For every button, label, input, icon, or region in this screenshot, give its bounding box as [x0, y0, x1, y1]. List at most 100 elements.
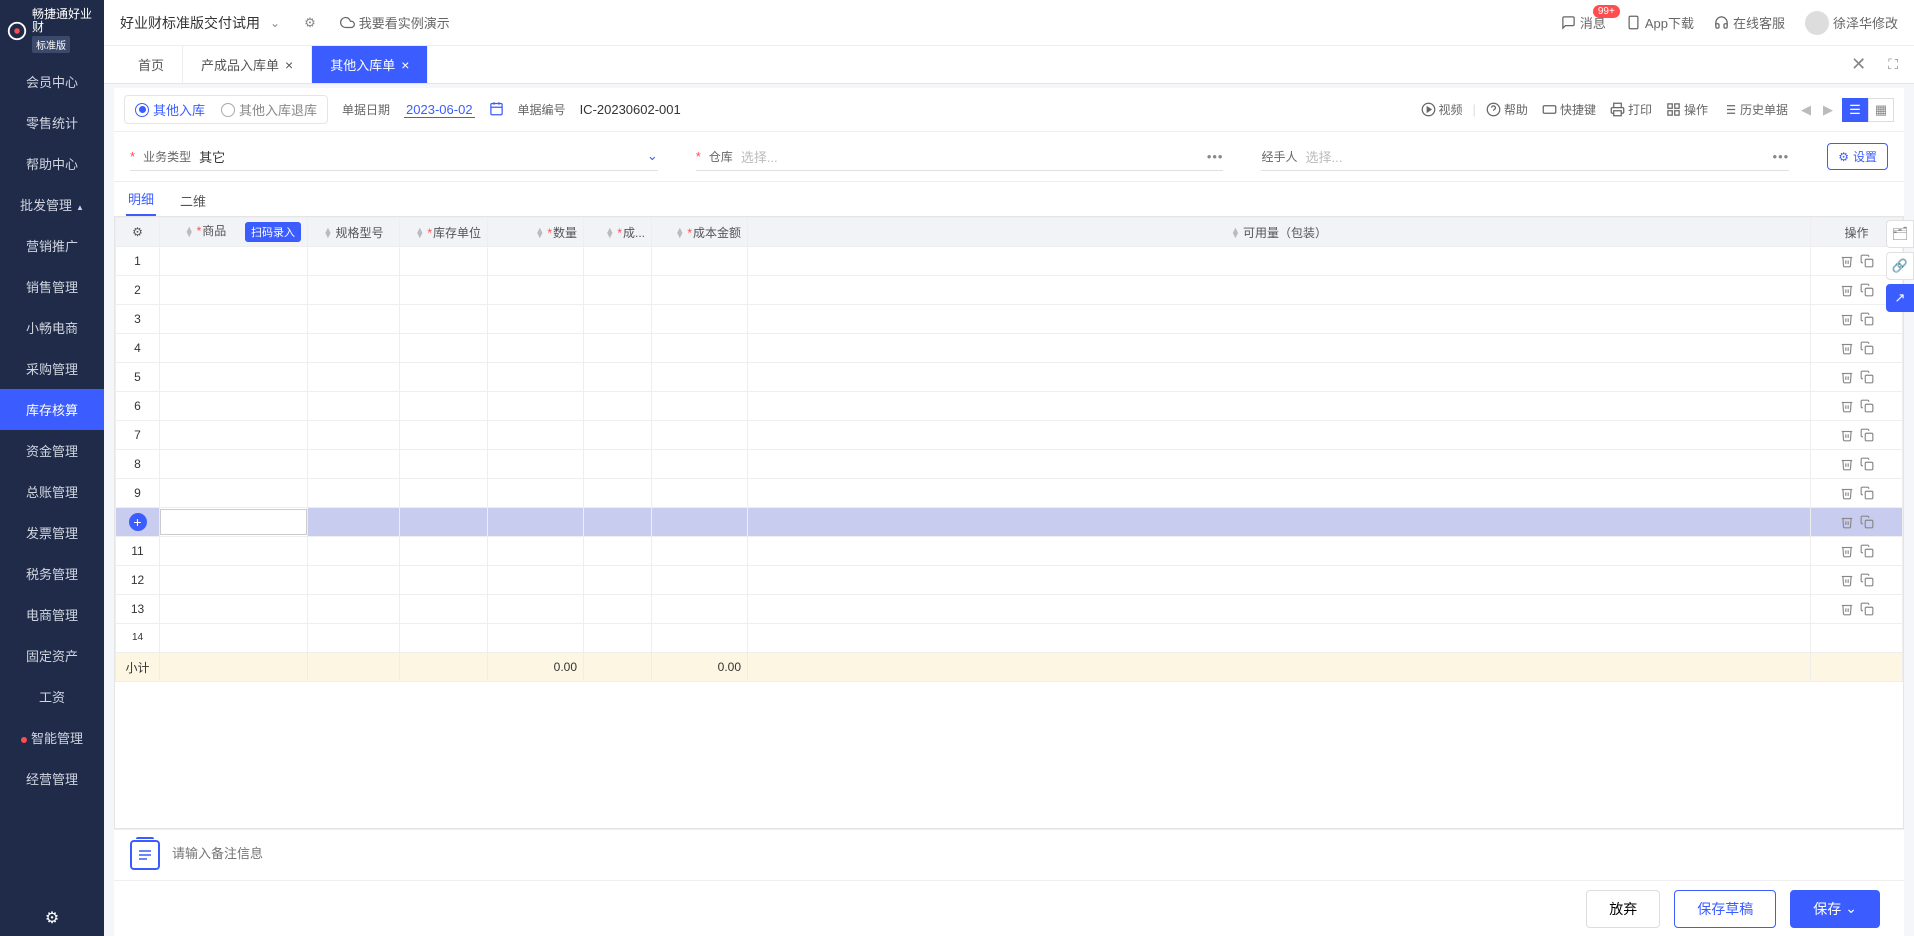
copy-row-icon[interactable] — [1860, 544, 1874, 559]
sidebar-item[interactable]: 税务管理 — [0, 553, 104, 594]
app-download-button[interactable]: App下载 — [1626, 13, 1694, 32]
title-dropdown-icon[interactable]: ⌄ — [270, 16, 280, 30]
copy-row-icon[interactable] — [1860, 457, 1874, 472]
table-row[interactable]: 6 — [116, 392, 1903, 421]
more-icon[interactable]: ••• — [1773, 149, 1790, 164]
table-row[interactable]: 13 — [116, 595, 1903, 624]
subtab-detail[interactable]: 明细 — [126, 183, 156, 216]
table-row[interactable]: 5 — [116, 363, 1903, 392]
copy-row-icon[interactable] — [1860, 254, 1874, 269]
copy-row-icon[interactable] — [1860, 486, 1874, 501]
sidebar-item[interactable]: 营销推广 — [0, 225, 104, 266]
table-row[interactable]: 4 — [116, 334, 1903, 363]
sidebar-item[interactable]: 智能管理 — [0, 717, 104, 758]
sidebar-item[interactable]: 总账管理 — [0, 471, 104, 512]
prev-icon[interactable]: ◀ — [1798, 102, 1814, 118]
delete-row-icon[interactable] — [1840, 573, 1854, 588]
table-row[interactable]: + — [116, 508, 1903, 537]
settings-button[interactable]: ⚙ 设置 — [1827, 143, 1888, 170]
rail-card-icon[interactable]: 🗂 — [1886, 220, 1914, 248]
print-button[interactable]: 打印 — [1606, 101, 1656, 118]
sidebar-item[interactable]: 固定资产 — [0, 635, 104, 676]
warehouse-field[interactable]: * 仓库 选择... ••• — [696, 143, 1224, 171]
message-button[interactable]: 消息 99+ — [1561, 13, 1606, 32]
delete-row-icon[interactable] — [1840, 283, 1854, 298]
delete-row-icon[interactable] — [1840, 254, 1854, 269]
title-gear-icon[interactable]: ⚙ — [304, 15, 316, 31]
copy-row-icon[interactable] — [1860, 399, 1874, 414]
more-icon[interactable]: ••• — [1207, 149, 1224, 164]
sidebar-item[interactable]: 帮助中心 — [0, 143, 104, 184]
subtab-twod[interactable]: 二维 — [178, 185, 208, 216]
rail-expand-icon[interactable]: ↗ — [1886, 284, 1914, 312]
radio-return[interactable]: 其他入库退库 — [221, 100, 317, 119]
table-row[interactable]: 1 — [116, 247, 1903, 276]
table-row[interactable]: 12 — [116, 566, 1903, 595]
delete-row-icon[interactable] — [1840, 428, 1854, 443]
copy-row-icon[interactable] — [1860, 515, 1874, 530]
goods-input[interactable] — [160, 509, 307, 535]
settings-gear-icon[interactable]: ⚙ — [45, 910, 59, 927]
help-button[interactable]: 帮助 — [1482, 101, 1532, 118]
delete-row-icon[interactable] — [1840, 515, 1854, 530]
add-row-icon[interactable]: + — [129, 513, 147, 531]
tab[interactable]: 首页 — [120, 46, 183, 83]
tab[interactable]: 产成品入库单× — [183, 46, 312, 83]
delete-row-icon[interactable] — [1840, 312, 1854, 327]
view-card-icon[interactable]: ▦ — [1868, 98, 1894, 122]
sidebar-item[interactable]: 库存核算 — [0, 389, 104, 430]
rail-link-icon[interactable]: 🔗 — [1886, 252, 1914, 280]
sidebar-item[interactable]: 会员中心 — [0, 61, 104, 102]
delete-row-icon[interactable] — [1840, 602, 1854, 617]
video-button[interactable]: 视频 — [1417, 101, 1467, 118]
delete-row-icon[interactable] — [1840, 370, 1854, 385]
user-menu[interactable]: 徐泽华修改 — [1805, 11, 1898, 35]
draft-button[interactable]: 保存草稿 — [1674, 890, 1776, 928]
handler-field[interactable]: 经手人 选择... ••• — [1261, 143, 1789, 171]
close-all-tabs-icon[interactable]: ✕ — [1843, 54, 1874, 75]
service-button[interactable]: 在线客服 — [1714, 13, 1785, 32]
copy-row-icon[interactable] — [1860, 312, 1874, 327]
delete-row-icon[interactable] — [1840, 341, 1854, 356]
calendar-icon[interactable] — [489, 101, 504, 119]
sidebar-item[interactable]: 资金管理 — [0, 430, 104, 471]
copy-row-icon[interactable] — [1860, 602, 1874, 617]
next-icon[interactable]: ▶ — [1820, 102, 1836, 118]
chevron-down-icon[interactable]: ⌄ — [647, 148, 658, 164]
delete-row-icon[interactable] — [1840, 399, 1854, 414]
copy-row-icon[interactable] — [1860, 573, 1874, 588]
operate-button[interactable]: 操作 — [1662, 101, 1712, 118]
copy-row-icon[interactable] — [1860, 341, 1874, 356]
fullscreen-icon[interactable]: ⛶ — [1882, 56, 1904, 73]
date-value[interactable]: 2023-06-02 — [404, 102, 475, 118]
biztype-field[interactable]: * 业务类型 其它 ⌄ — [130, 143, 658, 171]
sidebar-item[interactable]: 电商管理 — [0, 594, 104, 635]
copy-row-icon[interactable] — [1860, 428, 1874, 443]
history-button[interactable]: 历史单据 — [1718, 101, 1792, 118]
demo-link[interactable]: 我要看实例演示 — [340, 13, 450, 32]
remark-input[interactable] — [172, 840, 1888, 867]
sidebar-item[interactable]: 零售统计 — [0, 102, 104, 143]
close-icon[interactable]: × — [285, 57, 293, 73]
sidebar-item[interactable]: 批发管理 — [0, 184, 104, 225]
table-row[interactable]: 2 — [116, 276, 1903, 305]
sidebar-item[interactable]: 小畅电商 — [0, 307, 104, 348]
save-button[interactable]: 保存 ⌄ — [1790, 890, 1880, 928]
shortcut-button[interactable]: 快捷键 — [1538, 101, 1600, 118]
delete-row-icon[interactable] — [1840, 544, 1854, 559]
discard-button[interactable]: 放弃 — [1586, 890, 1660, 928]
sidebar-item[interactable]: 采购管理 — [0, 348, 104, 389]
table-row[interactable]: 3 — [116, 305, 1903, 334]
sidebar-item[interactable]: 发票管理 — [0, 512, 104, 553]
copy-row-icon[interactable] — [1860, 370, 1874, 385]
close-icon[interactable]: × — [401, 57, 409, 73]
table-row[interactable]: 9 — [116, 479, 1903, 508]
table-row[interactable]: 11 — [116, 537, 1903, 566]
scan-button[interactable]: 扫码录入 — [245, 222, 301, 242]
delete-row-icon[interactable] — [1840, 486, 1854, 501]
table-row[interactable]: 8 — [116, 450, 1903, 479]
sidebar-item[interactable]: 工资 — [0, 676, 104, 717]
view-list-icon[interactable]: ☰ — [1842, 98, 1868, 122]
sidebar-item[interactable]: 销售管理 — [0, 266, 104, 307]
table-gear-icon[interactable]: ⚙ — [132, 225, 143, 239]
